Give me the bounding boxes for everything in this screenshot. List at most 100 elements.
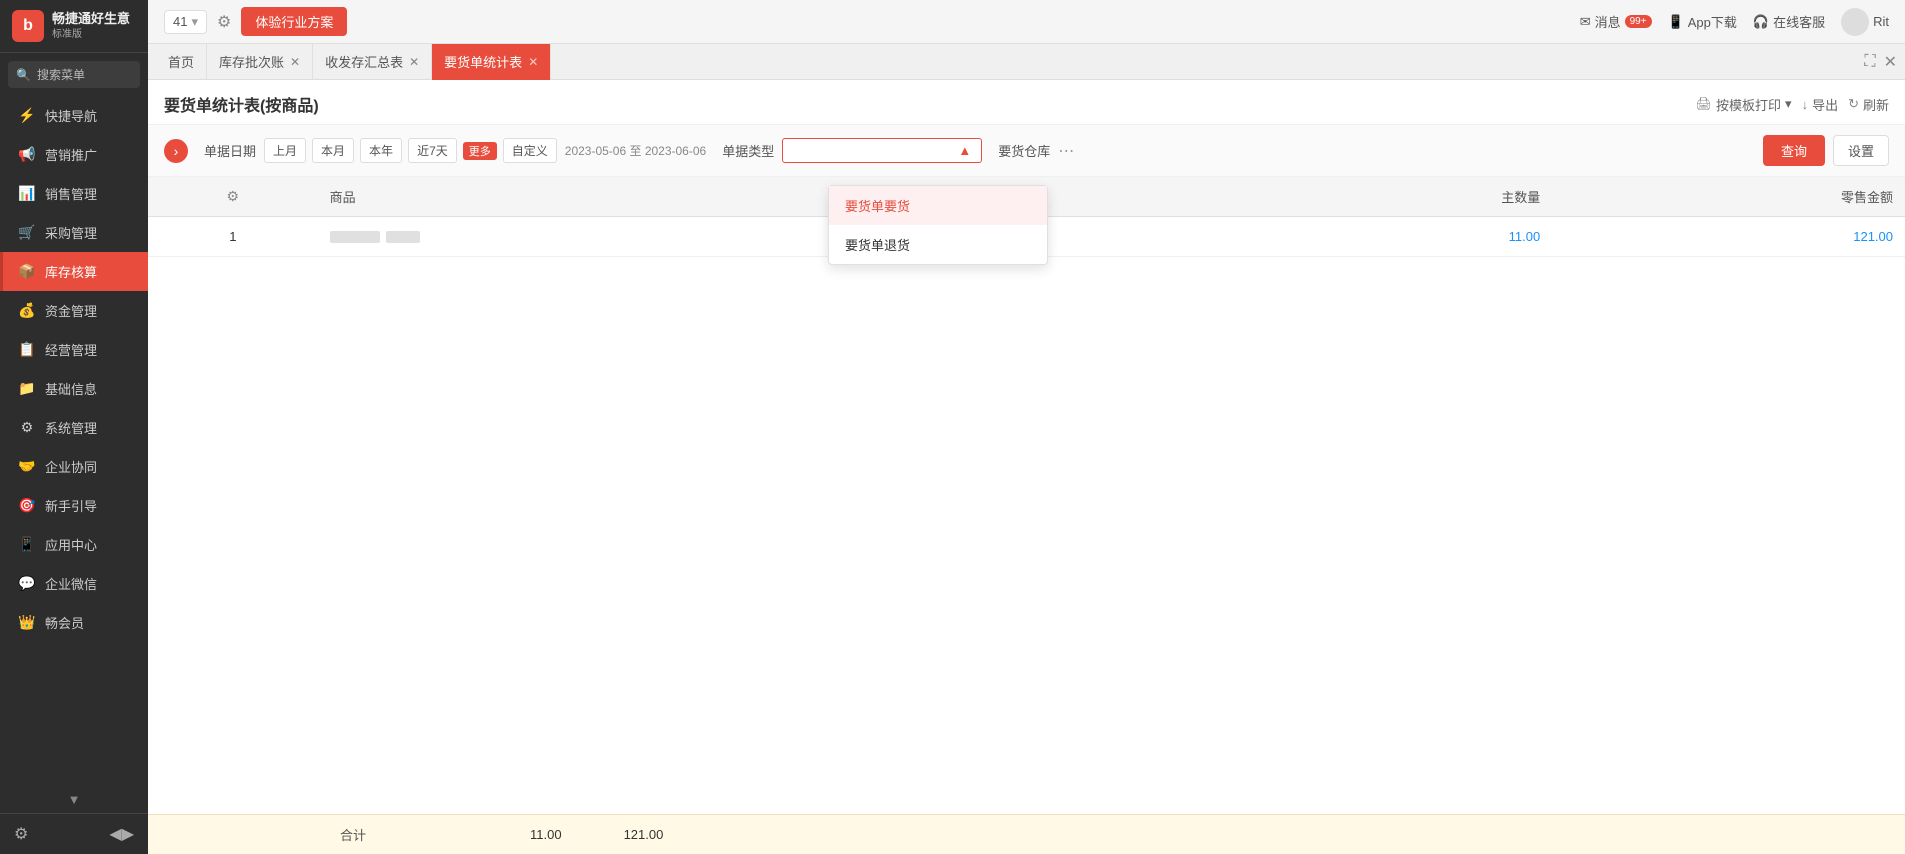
sidebar-item-enterprise[interactable]: 🤝 企业协同 — [0, 447, 148, 486]
header-left: 41 ▾ ⚙ 体验行业方案 — [164, 7, 347, 36]
app-download-label: App下载 — [1688, 12, 1737, 31]
date-btns: 上月 本月 本年 近7天 更多 自定义 — [264, 138, 557, 163]
sidebar-item-quick-nav[interactable]: ⚡ 快捷导航 — [0, 96, 148, 135]
sidebar-item-app-center[interactable]: 📱 应用中心 — [0, 525, 148, 564]
finance-icon: 💰 — [17, 302, 37, 319]
sales-icon: 📊 — [17, 185, 37, 202]
online-service-action[interactable]: 🎧 在线客服 — [1753, 12, 1825, 31]
sidebar-item-marketing[interactable]: 📢 营销推广 — [0, 135, 148, 174]
wechat-icon: 💬 — [17, 575, 37, 592]
dropdown-item-label: 要货单要货 — [845, 199, 910, 214]
trial-btn[interactable]: 体验行业方案 — [241, 7, 347, 36]
settings-icon[interactable]: ⚙ — [14, 824, 28, 844]
tab-home[interactable]: 首页 — [156, 44, 207, 80]
header-gear-icon[interactable]: ⚙ — [217, 12, 231, 32]
tab-inventory-batch-close-icon[interactable]: ✕ — [290, 55, 300, 69]
header-right: ✉ 消息 99+ 📱 App下载 🎧 在线客服 Rit — [1580, 8, 1889, 36]
tab-close-all-icon[interactable]: ✕ — [1884, 52, 1897, 72]
sidebar-item-wechat[interactable]: 💬 企业微信 — [0, 564, 148, 603]
sidebar-search-label: 搜索菜单 — [37, 66, 85, 83]
app-download-icon: 📱 — [1668, 14, 1684, 30]
sidebar-search[interactable]: 🔍 搜索菜单 — [8, 61, 140, 88]
sidebar-item-basic-info[interactable]: 📁 基础信息 — [0, 369, 148, 408]
sidebar-item-inventory[interactable]: 📦 库存核算 — [0, 252, 148, 291]
filter-expand-btn[interactable]: › — [164, 139, 188, 163]
col-product: 商品 — [318, 177, 847, 217]
messages-action[interactable]: ✉ 消息 99+ — [1580, 12, 1652, 31]
messages-icon: ✉ — [1580, 14, 1591, 30]
dropdown-item-label: 要货单退货 — [845, 238, 910, 253]
this-year-btn[interactable]: 本年 — [360, 138, 402, 163]
breadcrumb-select[interactable]: 41 ▾ — [164, 10, 207, 34]
col-settings-icon[interactable]: ⚙ — [227, 188, 240, 204]
sidebar-item-sales[interactable]: 📊 销售管理 — [0, 174, 148, 213]
tab-order-stats-close-icon[interactable]: ✕ — [528, 55, 538, 69]
type-dropdown: 要货单要货 要货单退货 — [828, 185, 1048, 265]
dropdown-item-tuihuo[interactable]: 要货单退货 — [829, 225, 1047, 264]
print-action[interactable]: 🖨 按模板打印 ▾ — [1696, 95, 1792, 114]
refresh-label: 刷新 — [1863, 95, 1889, 114]
tab-inventory-batch[interactable]: 库存批次账 ✕ — [207, 44, 313, 80]
user-avatar — [1841, 8, 1869, 36]
refresh-icon: ↻ — [1848, 96, 1859, 112]
operation-icon: 📋 — [17, 341, 37, 358]
user-profile[interactable]: Rit — [1841, 8, 1889, 36]
member-icon: 👑 — [17, 614, 37, 631]
last-month-btn[interactable]: 上月 — [264, 138, 306, 163]
app-center-icon: 📱 — [17, 536, 37, 553]
basic-info-icon: 📁 — [17, 380, 37, 397]
print-chevron-icon: ▾ — [1785, 96, 1792, 112]
system-icon: ⚙ — [17, 419, 37, 436]
sidebar-logo: b 畅捷通好生意 标准版 — [0, 0, 148, 53]
sidebar-item-system[interactable]: ⚙ 系统管理 — [0, 408, 148, 447]
sidebar-scroll-down[interactable]: ▼ — [0, 786, 148, 813]
app-download-action[interactable]: 📱 App下载 — [1668, 12, 1737, 31]
filter-bar: › 单据日期 上月 本月 本年 近7天 更多 自定义 2023-05-06 至 … — [148, 125, 1905, 177]
type-select-box[interactable]: ▲ — [782, 138, 982, 163]
user-name: Rit — [1873, 14, 1889, 29]
sidebar: b 畅捷通好生意 标准版 🔍 搜索菜单 ⚡ 快捷导航 📢 营销推广 📊 销售管理… — [0, 0, 148, 854]
tab-receive-summary[interactable]: 收发存汇总表 ✕ — [313, 44, 432, 80]
cell-qty[interactable]: 11.00 — [1260, 217, 1552, 257]
more-date-badge[interactable]: 更多 — [463, 142, 497, 160]
col-qty: 主数量 — [1260, 177, 1552, 217]
sidebar-item-label: 资金管理 — [45, 301, 97, 320]
sidebar-item-operation[interactable]: 📋 经营管理 — [0, 330, 148, 369]
tab-order-stats[interactable]: 要货单统计表 ✕ — [432, 44, 551, 80]
export-action[interactable]: ↓ 导出 — [1802, 95, 1839, 114]
filter-actions: 查询 设置 — [1763, 135, 1889, 166]
tab-maximize-icon[interactable]: ⛶ — [1864, 53, 1875, 71]
type-select-value — [793, 143, 797, 158]
messages-badge: 99+ — [1625, 15, 1652, 28]
tab-order-stats-label: 要货单统计表 — [444, 52, 522, 71]
tabs-controls: ⛶ ✕ — [1864, 52, 1897, 72]
query-btn[interactable]: 查询 — [1763, 135, 1825, 166]
quick-nav-icon: ⚡ — [17, 107, 37, 124]
cell-retail-amount[interactable]: 121.00 — [1552, 217, 1905, 257]
top-header: 41 ▾ ⚙ 体验行业方案 ✉ 消息 99+ 📱 App下载 🎧 在线客服 R — [148, 0, 1905, 44]
tab-receive-summary-close-icon[interactable]: ✕ — [409, 55, 419, 69]
sidebar-toggle-icon[interactable]: ◀▶ — [109, 824, 134, 844]
purchase-icon: 🛒 — [17, 224, 37, 241]
last-7days-btn[interactable]: 近7天 — [408, 138, 457, 163]
dropdown-item-yaohuo[interactable]: 要货单要货 — [829, 186, 1047, 225]
sidebar-item-label: 营销推广 — [45, 145, 97, 164]
page-header: 要货单统计表(按商品) 🖨 按模板打印 ▾ ↓ 导出 ↻ 刷新 — [148, 80, 1905, 125]
inventory-icon: 📦 — [17, 263, 37, 280]
sidebar-item-guide[interactable]: 🎯 新手引导 — [0, 486, 148, 525]
custom-date-btn[interactable]: 自定义 — [503, 138, 557, 163]
sidebar-item-purchase[interactable]: 🛒 采购管理 — [0, 213, 148, 252]
filter-more-icon[interactable]: ⋯ — [1058, 141, 1074, 161]
page-content: 要货单统计表(按商品) 🖨 按模板打印 ▾ ↓ 导出 ↻ 刷新 › — [148, 80, 1905, 854]
date-filter-label: 单据日期 — [204, 141, 256, 160]
cell-product — [318, 217, 847, 257]
sidebar-item-label: 采购管理 — [45, 223, 97, 242]
tab-receive-summary-label: 收发存汇总表 — [325, 52, 403, 71]
product-placeholder-block1 — [330, 231, 380, 243]
sidebar-item-member[interactable]: 👑 畅会员 — [0, 603, 148, 642]
this-month-btn[interactable]: 本月 — [312, 138, 354, 163]
refresh-action[interactable]: ↻ 刷新 — [1848, 95, 1889, 114]
table-container: ⚙ 商品 主计量单位 主数量 零售金额 1 — [148, 177, 1905, 814]
setting-btn[interactable]: 设置 — [1833, 135, 1889, 166]
sidebar-item-finance[interactable]: 💰 资金管理 — [0, 291, 148, 330]
